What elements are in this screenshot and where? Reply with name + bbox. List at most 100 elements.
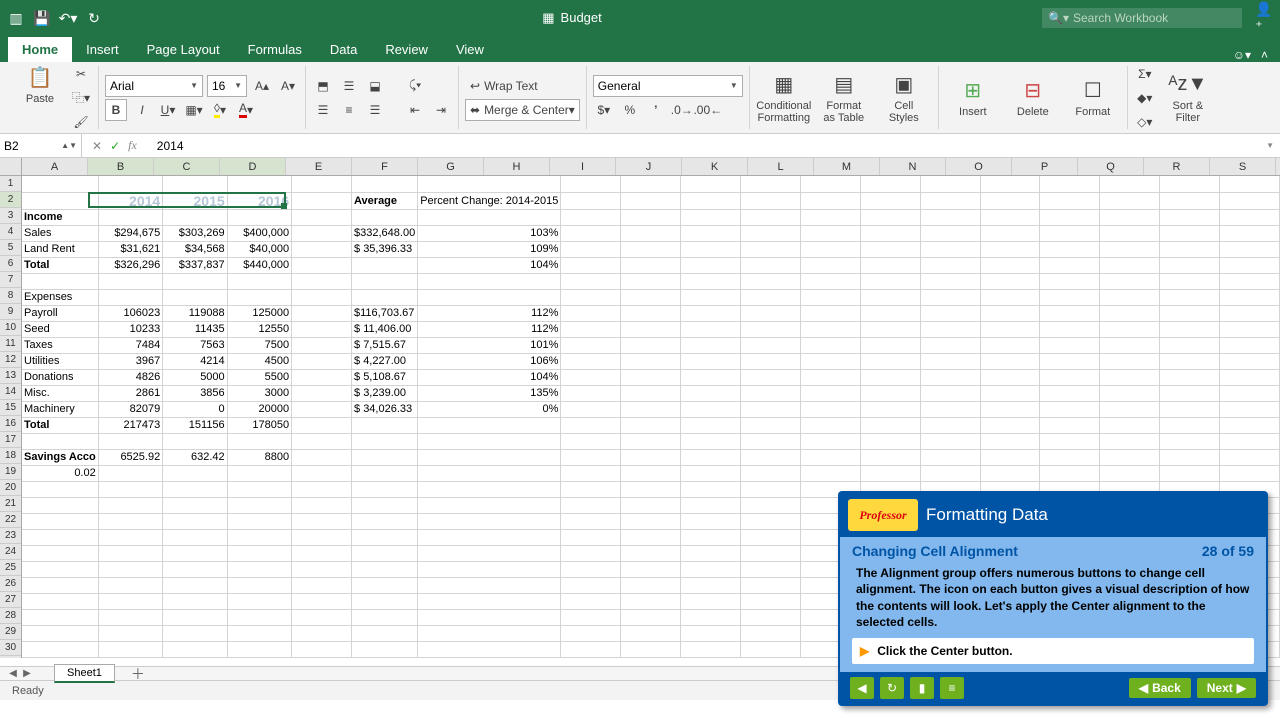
cell[interactable] bbox=[621, 481, 681, 497]
cell[interactable] bbox=[741, 305, 801, 321]
cell[interactable] bbox=[741, 625, 801, 641]
cell[interactable] bbox=[1100, 225, 1160, 241]
row-header[interactable]: 25 bbox=[0, 560, 21, 576]
cell[interactable]: 119088 bbox=[163, 305, 227, 321]
cell[interactable] bbox=[621, 449, 681, 465]
cell[interactable] bbox=[800, 257, 860, 273]
cell[interactable] bbox=[621, 625, 681, 641]
cell[interactable] bbox=[980, 465, 1040, 481]
wrap-text-icon[interactable]: ↩ Wrap Text bbox=[465, 75, 543, 97]
cell[interactable] bbox=[227, 529, 291, 545]
decrease-indent-icon[interactable]: ⇤ bbox=[404, 99, 426, 121]
cell[interactable] bbox=[163, 497, 227, 513]
cell[interactable] bbox=[1040, 241, 1100, 257]
tab-insert[interactable]: Insert bbox=[72, 37, 133, 62]
cell[interactable] bbox=[741, 433, 801, 449]
col-header[interactable]: O bbox=[946, 158, 1012, 175]
font-size-dropdown[interactable]: 16▼ bbox=[207, 75, 247, 97]
cell[interactable] bbox=[418, 513, 561, 529]
cell[interactable]: Income bbox=[22, 209, 98, 225]
cell[interactable] bbox=[800, 401, 860, 417]
cell[interactable] bbox=[1220, 241, 1280, 257]
row-header[interactable]: 21 bbox=[0, 496, 21, 512]
cell[interactable] bbox=[561, 289, 621, 305]
col-header[interactable]: A bbox=[22, 158, 88, 175]
cell[interactable] bbox=[352, 513, 418, 529]
cell[interactable] bbox=[681, 337, 741, 353]
cell[interactable] bbox=[1100, 433, 1160, 449]
cell[interactable] bbox=[292, 401, 352, 417]
cell[interactable] bbox=[980, 305, 1040, 321]
cell[interactable] bbox=[800, 417, 860, 433]
font-name-dropdown[interactable]: Arial▼ bbox=[105, 75, 203, 97]
cell[interactable] bbox=[418, 497, 561, 513]
cell[interactable] bbox=[980, 225, 1040, 241]
cell[interactable] bbox=[227, 641, 291, 657]
cell[interactable] bbox=[681, 545, 741, 561]
cell[interactable] bbox=[352, 257, 418, 273]
cell[interactable] bbox=[1040, 321, 1100, 337]
cell[interactable] bbox=[681, 192, 741, 209]
cell[interactable] bbox=[681, 513, 741, 529]
cell[interactable] bbox=[1100, 289, 1160, 305]
cell[interactable] bbox=[98, 641, 162, 657]
col-header[interactable]: M bbox=[814, 158, 880, 175]
cell[interactable] bbox=[1220, 257, 1280, 273]
cell[interactable] bbox=[163, 481, 227, 497]
cell[interactable] bbox=[227, 209, 291, 225]
cell[interactable] bbox=[292, 353, 352, 369]
cell[interactable]: Total bbox=[22, 257, 98, 273]
cell[interactable] bbox=[163, 577, 227, 593]
tab-home[interactable]: Home bbox=[8, 37, 72, 62]
cell[interactable] bbox=[292, 449, 352, 465]
cell[interactable] bbox=[1160, 321, 1220, 337]
cell[interactable] bbox=[681, 529, 741, 545]
cell[interactable] bbox=[681, 449, 741, 465]
cell[interactable] bbox=[352, 481, 418, 497]
cell[interactable] bbox=[22, 577, 98, 593]
cell[interactable]: 151156 bbox=[163, 417, 227, 433]
cell[interactable] bbox=[741, 577, 801, 593]
row-header[interactable]: 28 bbox=[0, 608, 21, 624]
cell[interactable] bbox=[561, 417, 621, 433]
cell[interactable] bbox=[418, 641, 561, 657]
cell[interactable] bbox=[860, 257, 920, 273]
cell[interactable] bbox=[621, 577, 681, 593]
row-header[interactable]: 13 bbox=[0, 368, 21, 384]
cell[interactable] bbox=[681, 369, 741, 385]
cell[interactable] bbox=[980, 321, 1040, 337]
row-header[interactable]: 4 bbox=[0, 224, 21, 240]
cell[interactable] bbox=[1160, 337, 1220, 353]
cell[interactable] bbox=[352, 209, 418, 225]
cell[interactable] bbox=[1160, 465, 1220, 481]
cell[interactable] bbox=[621, 273, 681, 289]
cell[interactable] bbox=[561, 577, 621, 593]
cell[interactable] bbox=[741, 561, 801, 577]
cell[interactable] bbox=[561, 609, 621, 625]
cell[interactable] bbox=[1100, 209, 1160, 225]
cell[interactable] bbox=[741, 176, 801, 192]
row-header[interactable]: 20 bbox=[0, 480, 21, 496]
cell[interactable] bbox=[621, 465, 681, 481]
cell[interactable] bbox=[163, 625, 227, 641]
cell[interactable] bbox=[681, 465, 741, 481]
align-left-icon[interactable]: ☰ bbox=[312, 99, 334, 121]
row-header[interactable]: 15 bbox=[0, 400, 21, 416]
cell[interactable] bbox=[621, 209, 681, 225]
cell[interactable] bbox=[1160, 257, 1220, 273]
cell[interactable] bbox=[22, 481, 98, 497]
cell[interactable] bbox=[860, 305, 920, 321]
cell[interactable] bbox=[980, 257, 1040, 273]
cell[interactable] bbox=[1160, 401, 1220, 417]
increase-indent-icon[interactable]: ⇥ bbox=[430, 99, 452, 121]
cell[interactable]: $337,837 bbox=[163, 257, 227, 273]
cell[interactable] bbox=[22, 625, 98, 641]
select-all-corner[interactable] bbox=[0, 158, 22, 175]
cell[interactable]: Donations bbox=[22, 369, 98, 385]
add-sheet-icon[interactable]: ＋ bbox=[131, 664, 145, 684]
cell[interactable] bbox=[163, 465, 227, 481]
format-as-table-button[interactable]: ▤Format as Table bbox=[816, 70, 872, 126]
tab-review[interactable]: Review bbox=[371, 37, 442, 62]
cell[interactable] bbox=[22, 545, 98, 561]
col-header[interactable]: D bbox=[220, 158, 286, 175]
